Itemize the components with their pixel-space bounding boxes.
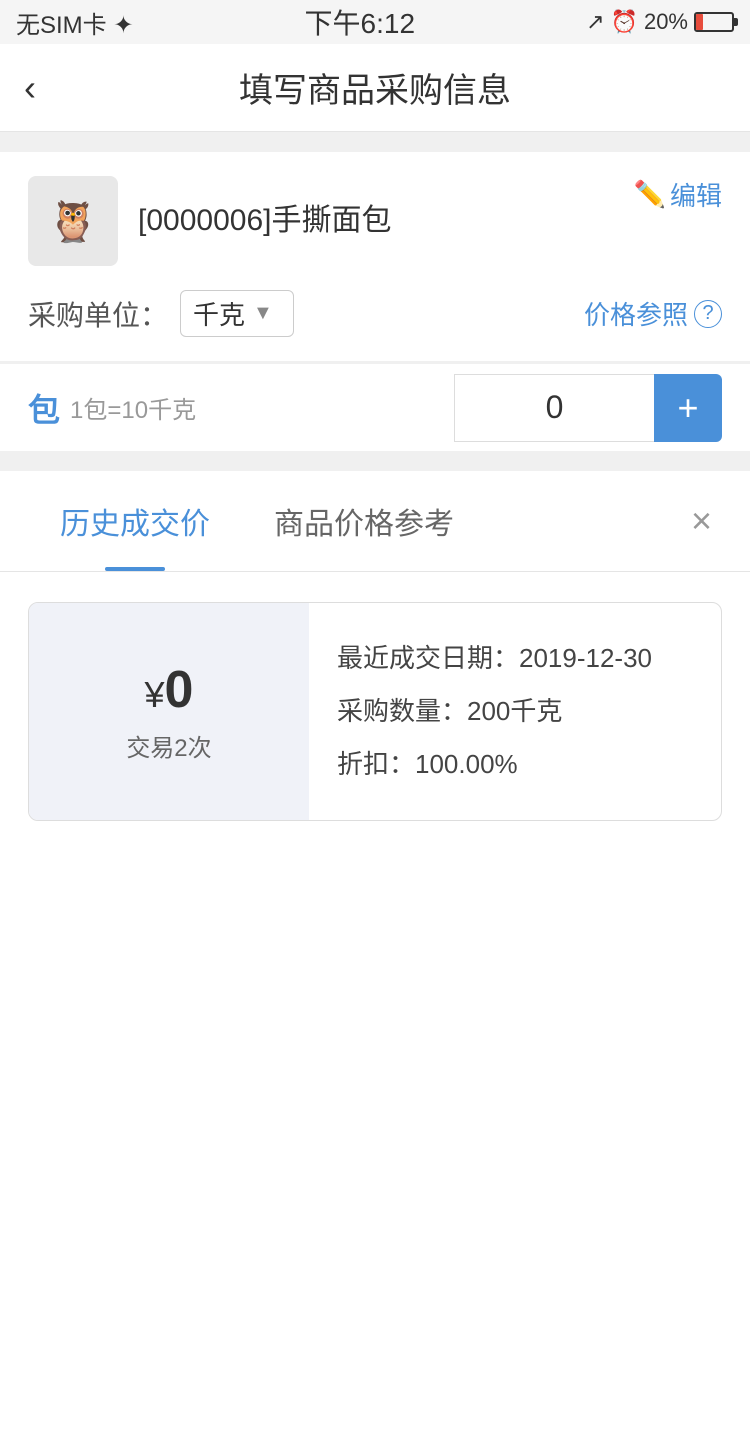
unit-select[interactable]: 千克 ▼ (180, 290, 294, 337)
product-logo: 🦉 (48, 198, 98, 245)
tab-close-button[interactable]: × (681, 480, 722, 562)
edit-button[interactable]: ✏️ 编辑 (634, 176, 722, 213)
product-name: [0000006]手撕面包 (138, 200, 391, 242)
info-icon: ? (694, 300, 722, 328)
tabs-section: 历史成交价 商品价格参考 × ¥0 交易2次 最近成交日期：2019-12-30… (0, 471, 750, 851)
status-left: 无SIM卡 ✦ (16, 5, 133, 40)
alarm-icon: ⏰ (611, 9, 638, 35)
history-price-summary: ¥0 交易2次 (29, 603, 309, 820)
recent-date-row: 最近成交日期：2019-12-30 (337, 639, 693, 678)
unit-conversion: 1包=10千克 (70, 390, 196, 425)
discount-row: 折扣：100.00% (337, 745, 693, 784)
purchase-quantity-row: 采购数量：200千克 (337, 692, 693, 731)
battery-icon (694, 12, 734, 32)
product-info: 🦉 [0000006]手撕面包 (28, 176, 391, 266)
bottom-area (0, 851, 750, 1451)
tab-history-price[interactable]: 历史成交价 (28, 471, 242, 571)
page-title: 填写商品采购信息 (239, 63, 511, 112)
tabs-header: 历史成交价 商品价格参考 × (0, 471, 750, 572)
location-icon: ↗ (586, 9, 604, 35)
currency-symbol: ¥ (145, 674, 165, 715)
quantity-input-area: 0 + (454, 374, 722, 442)
quantity-section: 包 1包=10千克 0 + (0, 363, 750, 451)
price-reference-button[interactable]: 价格参照 ? (584, 295, 722, 332)
product-top: 🦉 [0000006]手撕面包 ✏️ 编辑 (28, 176, 722, 266)
unit-row: 采购单位： 千克 ▼ (28, 290, 294, 337)
tab-price-reference[interactable]: 商品价格参考 (242, 471, 486, 571)
status-time: 下午6:12 (305, 2, 416, 42)
history-trades-count: 交易2次 (126, 728, 211, 763)
dropdown-arrow-icon: ▼ (253, 302, 273, 325)
quantity-input[interactable]: 0 (454, 374, 654, 442)
battery-percent: 20% (644, 9, 688, 35)
status-right: ↗ ⏰ 20% (586, 9, 734, 35)
edit-icon: ✏️ (634, 179, 666, 210)
tab-content: ¥0 交易2次 最近成交日期：2019-12-30 采购数量：200千克 折扣：… (0, 572, 750, 851)
history-card: ¥0 交易2次 最近成交日期：2019-12-30 采购数量：200千克 折扣：… (28, 602, 722, 821)
history-details: 最近成交日期：2019-12-30 采购数量：200千克 折扣：100.00% (309, 603, 721, 820)
carrier-text: 无SIM卡 ✦ (16, 5, 133, 40)
product-card: 🦉 [0000006]手撕面包 ✏️ 编辑 采购单位： 千克 ▼ 价格参照 ? (0, 152, 750, 361)
product-thumbnail: 🦉 (28, 176, 118, 266)
status-bar: 无SIM卡 ✦ 下午6:12 ↗ ⏰ 20% (0, 0, 750, 44)
quantity-plus-button[interactable]: + (654, 374, 722, 442)
unit-label: 采购单位： (28, 294, 168, 334)
plus-icon: + (677, 387, 698, 429)
quantity-label: 包 1包=10千克 (28, 385, 196, 431)
unit-badge: 包 (28, 385, 60, 431)
history-price-value: ¥0 (145, 660, 194, 720)
back-button[interactable]: ‹ (24, 67, 36, 109)
unit-value: 千克 (193, 295, 245, 332)
product-bottom: 采购单位： 千克 ▼ 价格参照 ? (28, 290, 722, 337)
nav-bar: ‹ 填写商品采购信息 (0, 44, 750, 132)
